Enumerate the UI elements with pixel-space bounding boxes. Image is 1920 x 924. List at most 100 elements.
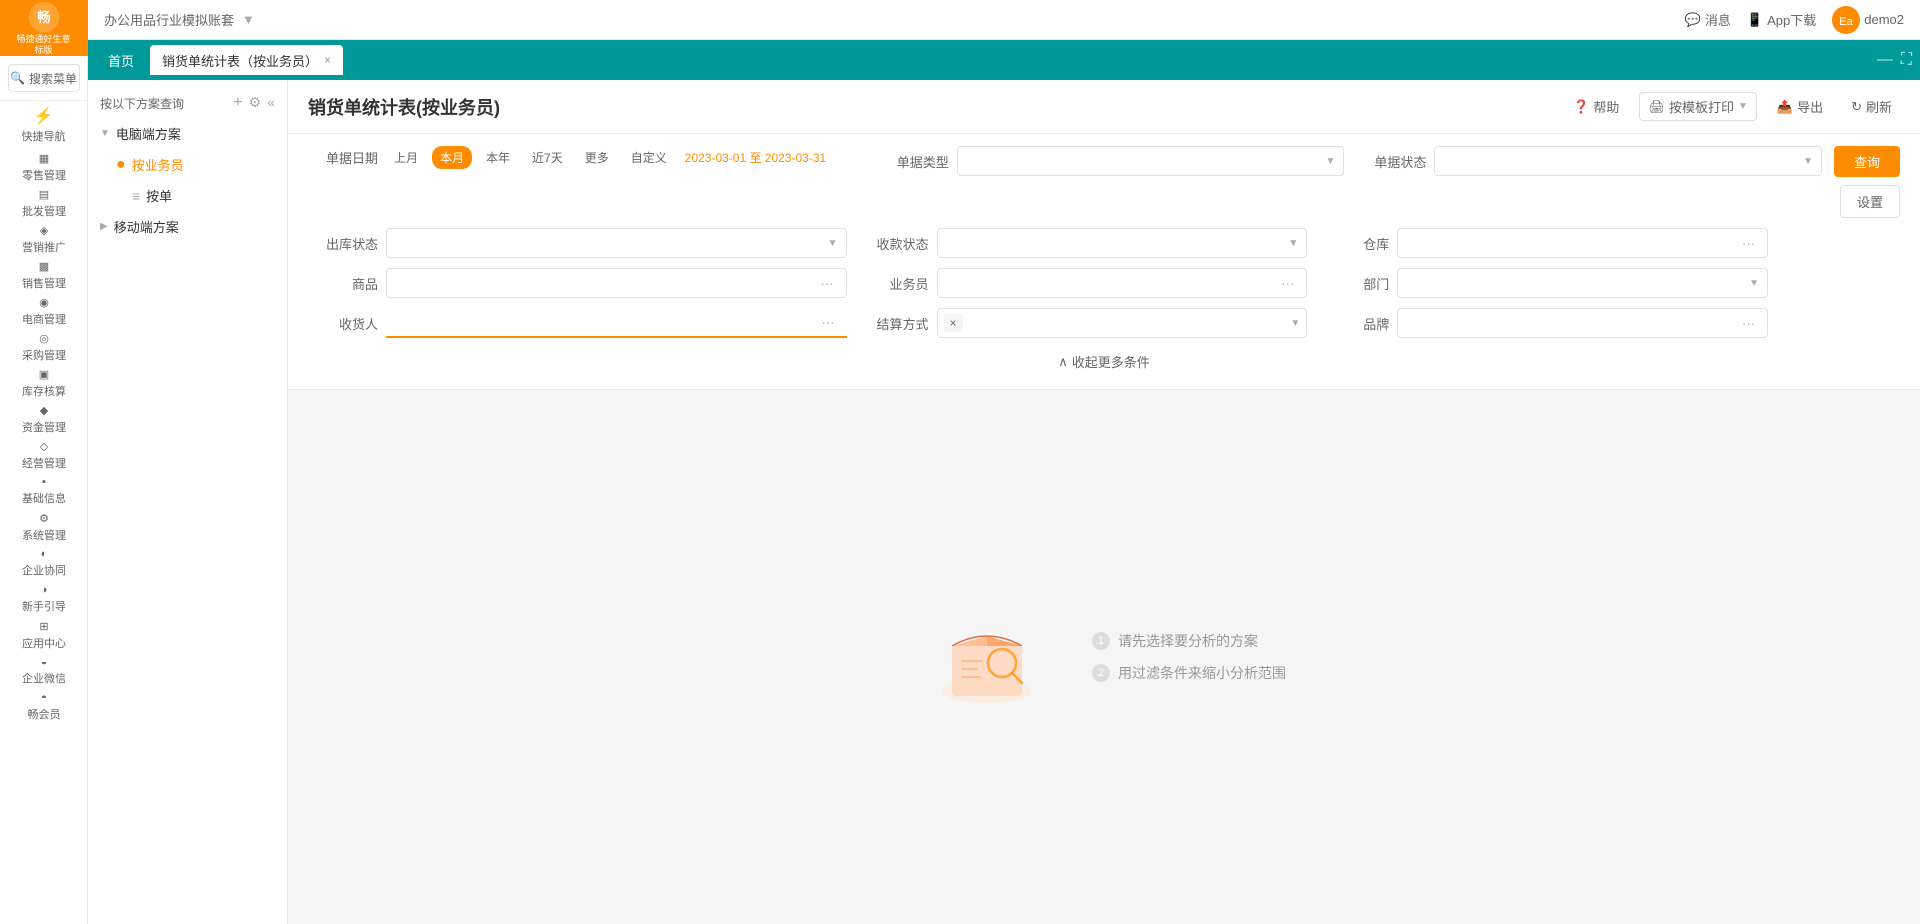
help-button[interactable]: ❓ 帮助: [1565, 93, 1627, 120]
guide-icon: ◑: [41, 584, 48, 596]
sidebar-item-enterprise[interactable]: ◐ 企业协同: [0, 545, 87, 581]
goods-label: 商品: [308, 274, 378, 293]
message-button[interactable]: 💬 消息: [1685, 10, 1731, 29]
brand-input[interactable]: ···: [1397, 308, 1768, 338]
department-select[interactable]: ▼: [1397, 268, 1768, 298]
empty-illustration: [922, 591, 1052, 724]
last-month-button[interactable]: 上月: [386, 146, 426, 169]
date-filter-label: 单据日期: [308, 148, 378, 167]
custom-date-button[interactable]: 自定义: [623, 146, 675, 169]
sidebar-item-inventory[interactable]: ▣ 库存核算: [0, 365, 87, 401]
help-icon: ❓: [1573, 99, 1589, 115]
search-menu-button[interactable]: 🔍 搜索菜单: [8, 64, 80, 92]
sidebar-item-sales[interactable]: ▩ 销售管理: [0, 257, 87, 293]
tabs-bar: 首页 销货单统计表（按业务员） × — ⛶: [88, 40, 1920, 80]
doc-status-select[interactable]: ▼: [1434, 146, 1822, 176]
tab-close-button[interactable]: ×: [324, 53, 331, 67]
query-button[interactable]: 查询: [1834, 146, 1900, 177]
sidebar-item-guide[interactable]: ◑ 新手引导: [0, 581, 87, 617]
sidebar-item-procurement[interactable]: ◎ 采购管理: [0, 329, 87, 365]
sidebar-item-apps[interactable]: ⊞ 应用中心: [0, 617, 87, 653]
chevron-down-icon[interactable]: ▼: [242, 12, 255, 27]
this-year-button[interactable]: 本年: [478, 146, 518, 169]
salesperson-dots-button[interactable]: ···: [1277, 276, 1298, 291]
sidebar-item-operations[interactable]: ◇ 经营管理: [0, 437, 87, 473]
header-right: 💬 消息 📱 App下载 Ea demo2: [1685, 6, 1904, 34]
setting-button[interactable]: 设置: [1840, 185, 1900, 218]
warehouse-dots-button[interactable]: ···: [1738, 236, 1759, 251]
print-dropdown-icon[interactable]: ▼: [1738, 101, 1748, 112]
help-label: 帮助: [1593, 97, 1619, 116]
export-button[interactable]: 📤 导出: [1769, 93, 1831, 120]
tab-minimize-button[interactable]: —: [1877, 51, 1893, 69]
dept-dropdown-icon: ▼: [1749, 278, 1759, 289]
tab-sales-stat[interactable]: 销货单统计表（按业务员） ×: [150, 45, 343, 75]
collapse-filters-button[interactable]: ∧ 收起更多条件: [308, 346, 1900, 377]
marketing-icon: ◈: [40, 224, 48, 237]
doc-status-label: 单据状态: [1356, 152, 1426, 171]
sales-icon: ▩: [39, 260, 49, 273]
sidebar-item-member[interactable]: ◓ 畅会员: [0, 689, 87, 725]
recipient-dots-button[interactable]: ···: [818, 315, 839, 330]
brand-dots-button[interactable]: ···: [1738, 316, 1759, 331]
sidebar: 畅 畅捷通好生意 标版 🔍 搜索菜单 ⚡ 快捷导航 ▦ 零售管理 ▤ 批发管理 …: [0, 0, 88, 924]
more-date-button[interactable]: 更多: [577, 146, 617, 169]
goods-dots-button[interactable]: ···: [817, 276, 838, 291]
last7days-button[interactable]: 近7天: [524, 146, 571, 169]
main-area: 办公用品行业模拟账套 ▼ 💬 消息 📱 App下载 Ea demo2: [88, 0, 1920, 924]
sidebar-item-marketing[interactable]: ◈ 营销推广: [0, 221, 87, 257]
sidebar-item-wechat[interactable]: ◒ 企业微信: [0, 653, 87, 689]
avatar-image: Ea: [1832, 6, 1860, 34]
warehouse-input[interactable]: ···: [1397, 228, 1768, 258]
wechat-icon: ◒: [41, 656, 48, 668]
export-label: 导出: [1797, 97, 1823, 116]
wholesale-icon: ▤: [39, 188, 49, 201]
goods-input[interactable]: ···: [386, 268, 847, 298]
sidebar-item-wholesale[interactable]: ▤ 批发管理: [0, 185, 87, 221]
tree-desktop-scheme[interactable]: ▼ 电脑端方案: [88, 118, 287, 149]
app-download-button[interactable]: 📱 App下载: [1747, 10, 1816, 29]
refresh-button[interactable]: ↻ 刷新: [1843, 93, 1900, 120]
sidebar-label: 新手引导: [22, 598, 66, 614]
active-indicator-icon: ●: [116, 156, 126, 174]
sidebar-label: 资金管理: [22, 419, 66, 435]
print-icon: 🖨: [1648, 99, 1665, 115]
tip-number-2: 2: [1092, 664, 1110, 682]
settlement-input[interactable]: × ▼: [937, 308, 1308, 338]
settings-scheme-button[interactable]: ⚙: [249, 94, 262, 112]
settlement-dropdown-icon[interactable]: ▼: [1290, 318, 1300, 329]
sidebar-label: 系统管理: [22, 527, 66, 543]
doc-type-label: 单据类型: [879, 152, 949, 171]
payment-status-select[interactable]: ▼: [937, 228, 1308, 258]
logo-text: 畅捷通好生意 标版: [16, 34, 70, 56]
print-button[interactable]: 🖨 按模板打印 ▼: [1639, 92, 1756, 121]
payment-dropdown-icon: ▼: [1288, 238, 1298, 249]
sidebar-label: 营销推广: [22, 239, 66, 255]
collapse-panel-button[interactable]: «: [267, 94, 275, 112]
tree-by-order[interactable]: ≡ 按单: [88, 180, 287, 211]
tree-mobile-scheme[interactable]: ▶ 移动端方案: [88, 211, 287, 242]
sidebar-item-system[interactable]: ⚙ 系统管理: [0, 509, 87, 545]
sidebar-label: 库存核算: [22, 383, 66, 399]
doc-status-dropdown-icon: ▼: [1803, 156, 1813, 167]
tab-maximize-button[interactable]: ⛶: [1901, 51, 1912, 69]
sidebar-item-basic[interactable]: ▪ 基础信息: [0, 473, 87, 509]
recipient-input[interactable]: ···: [386, 308, 847, 338]
quick-nav-item[interactable]: ⚡ 快捷导航: [0, 107, 88, 143]
this-month-button[interactable]: 本月: [432, 146, 472, 169]
sidebar-label: 零售管理: [22, 167, 66, 183]
settlement-tag-close[interactable]: ×: [950, 316, 957, 330]
sidebar-item-zero-retail[interactable]: ▦ 零售管理: [0, 149, 87, 185]
ship-status-select[interactable]: ▼: [386, 228, 847, 258]
doc-type-select[interactable]: ▼: [957, 146, 1345, 176]
tree-by-salesperson[interactable]: ● 按业务员: [88, 149, 287, 180]
payment-status-label: 收款状态: [859, 234, 929, 253]
sidebar-item-finance[interactable]: ◆ 资金管理: [0, 401, 87, 437]
tab-home[interactable]: 首页: [96, 45, 146, 75]
add-scheme-button[interactable]: +: [233, 94, 242, 112]
sidebar-item-ecommerce[interactable]: ◉ 电商管理: [0, 293, 87, 329]
salesperson-input[interactable]: ···: [937, 268, 1308, 298]
user-menu[interactable]: Ea demo2: [1832, 6, 1904, 34]
tip-number-1: 1: [1092, 632, 1110, 650]
page-actions: ❓ 帮助 🖨 按模板打印 ▼ 📤 导出 ↻ 刷新: [1565, 92, 1900, 121]
